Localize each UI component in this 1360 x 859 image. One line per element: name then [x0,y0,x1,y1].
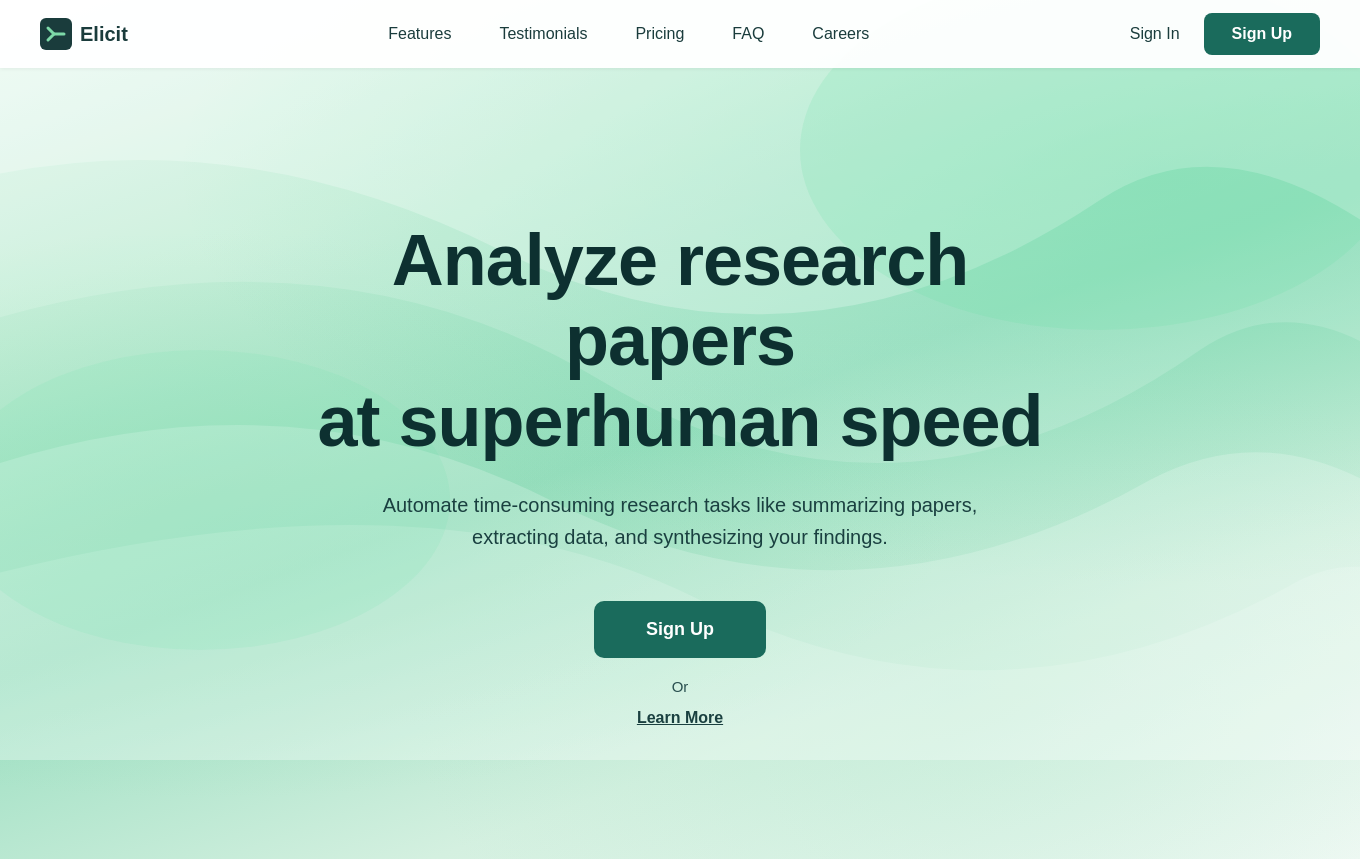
signup-nav-button[interactable]: Sign Up [1204,13,1320,55]
hero-or-text: Or [672,678,689,695]
nav-links: Features Testimonials Pricing FAQ Career… [388,25,869,43]
logo-icon [40,18,72,50]
hero-subtitle: Automate time-consuming research tasks l… [380,489,980,553]
nav-actions: Sign In Sign Up [1130,13,1320,55]
hero-learn-more-button[interactable]: Learn More [637,709,723,727]
hero-section: Analyze research papers at superhuman sp… [0,0,1360,859]
main-nav: Elicit Features Testimonials Pricing FAQ… [0,0,1360,68]
brand-logo[interactable]: Elicit [40,18,128,50]
hero-content: Analyze research papers at superhuman sp… [230,160,1130,768]
nav-item-testimonials[interactable]: Testimonials [499,25,587,42]
brand-name: Elicit [80,23,128,46]
nav-item-faq[interactable]: FAQ [732,25,764,42]
hero-title: Analyze research papers at superhuman sp… [270,220,1090,462]
nav-item-features[interactable]: Features [388,25,451,42]
signin-link[interactable]: Sign In [1130,25,1180,43]
hero-signup-button[interactable]: Sign Up [594,601,766,658]
nav-item-pricing[interactable]: Pricing [635,25,684,42]
nav-item-careers[interactable]: Careers [812,25,869,42]
